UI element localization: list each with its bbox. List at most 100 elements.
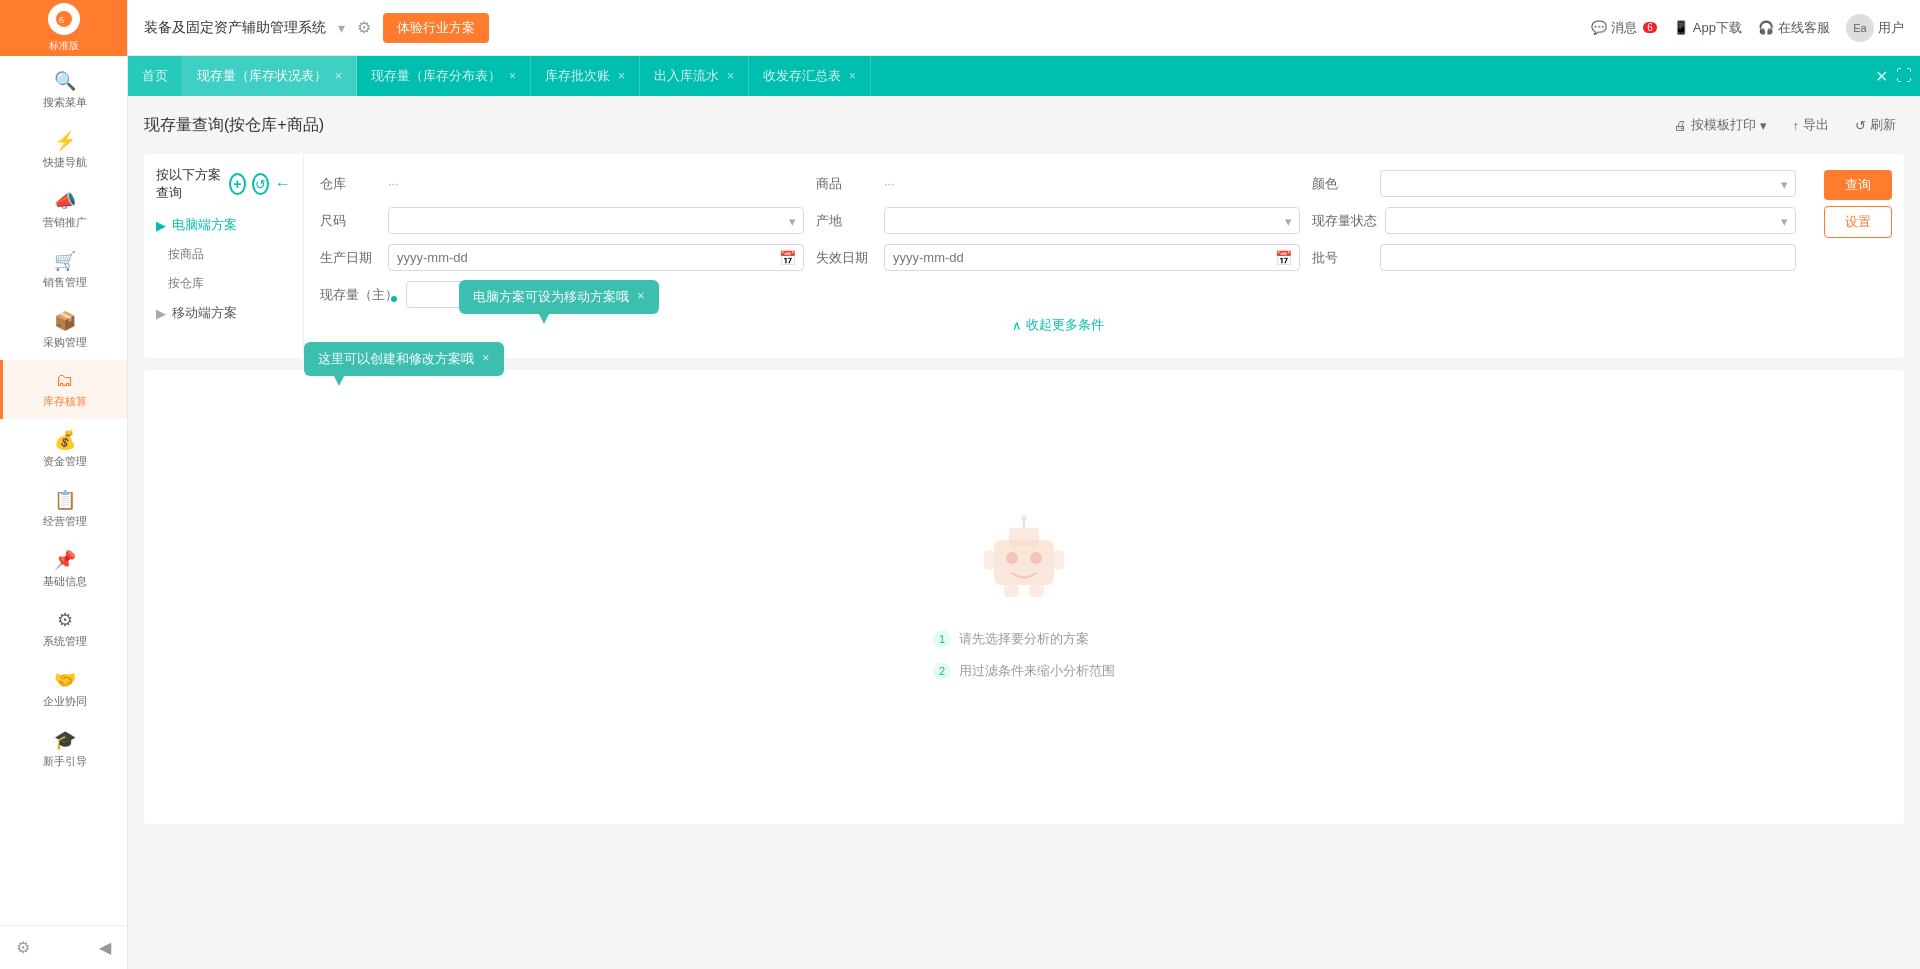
tab-flow-close[interactable]: × bbox=[727, 69, 734, 83]
header-dropdown-icon[interactable]: ▾ bbox=[338, 20, 345, 36]
svg-rect-9 bbox=[1054, 550, 1064, 570]
filter-add-btn[interactable]: + bbox=[229, 173, 246, 195]
empty-tip2: 用过滤条件来缩小分析范围 bbox=[959, 658, 1115, 684]
warehouse-field: 仓库 ··· bbox=[320, 175, 804, 193]
filter-arrow-btn[interactable]: ← bbox=[275, 175, 291, 193]
tab-batch-close[interactable]: × bbox=[618, 69, 625, 83]
sidebar-item-企业协同[interactable]: 🤝 企业协同 bbox=[0, 659, 127, 719]
tab-batch[interactable]: 库存批次账 × bbox=[531, 56, 640, 96]
template-print-btn[interactable]: 🖨 按模板打印 ▾ bbox=[1666, 112, 1775, 138]
message-icon: 💬 bbox=[1591, 20, 1607, 35]
sidebar-item-经营管理[interactable]: 📋 经营管理 bbox=[0, 479, 127, 539]
tab-flow[interactable]: 出入库流水 × bbox=[640, 56, 749, 96]
color-select-wrapper: ▾ bbox=[1380, 170, 1796, 197]
expiry-date-field: 失效日期 📅 bbox=[816, 244, 1300, 271]
sidebar-item-营销推广[interactable]: 📣 营销推广 bbox=[0, 180, 127, 240]
main: 装备及固定资产辅助管理系统 ▾ ⚙ 体验行业方案 💬 消息 6 📱 App下载 … bbox=[128, 0, 1920, 969]
popover1-text: 电脑方案可设为移动方案哦 bbox=[473, 289, 629, 304]
sidebar-icon-1: ⚡ bbox=[54, 130, 76, 152]
header: 装备及固定资产辅助管理系统 ▾ ⚙ 体验行业方案 💬 消息 6 📱 App下载 … bbox=[128, 0, 1920, 56]
warehouse-dots[interactable]: ··· bbox=[388, 176, 399, 191]
scheme-desktop[interactable]: ▶ 电脑端方案 bbox=[144, 210, 303, 240]
sidebar-item-资金管理[interactable]: 💰 资金管理 bbox=[0, 419, 127, 479]
sidebar-item-基础信息[interactable]: 📌 基础信息 bbox=[0, 539, 127, 599]
sidebar-item-快捷导航[interactable]: ⚡ 快捷导航 bbox=[0, 120, 127, 180]
tab-inventory-dist[interactable]: 现存量（库存分布表） × bbox=[357, 56, 531, 96]
collapse-label: 收起更多条件 bbox=[1026, 316, 1104, 334]
settings-icon[interactable]: ⚙ bbox=[16, 938, 30, 957]
color-select[interactable] bbox=[1380, 170, 1796, 197]
filter-row-3: 生产日期 📅 失效日期 📅 bbox=[320, 244, 1796, 271]
online-service-btn[interactable]: 🎧 在线客服 bbox=[1758, 19, 1830, 37]
user-btn[interactable]: Ea 用户 bbox=[1846, 14, 1904, 42]
message-btn[interactable]: 💬 消息 6 bbox=[1591, 19, 1657, 37]
tab-close-all-icon[interactable]: ✕ bbox=[1875, 67, 1888, 86]
sidebar-icon-8: 📌 bbox=[54, 549, 76, 571]
tab-inventory-dist-label: 现存量（库存分布表） bbox=[371, 67, 501, 85]
goods-dots[interactable]: ··· bbox=[884, 176, 895, 191]
tab-home[interactable]: 首页 bbox=[128, 56, 183, 96]
tab-bar: 首页 现存量（库存状况表） × 现存量（库存分布表） × 库存批次账 × 出入库… bbox=[128, 56, 1920, 96]
stock-status-select-wrapper: ▾ bbox=[1385, 207, 1796, 234]
stock-status-label: 现存量状态 bbox=[1312, 212, 1377, 230]
refresh-icon: ↺ bbox=[1855, 118, 1866, 133]
industry-btn[interactable]: 体验行业方案 bbox=[383, 13, 489, 43]
header-left: 装备及固定资产辅助管理系统 ▾ ⚙ 体验行业方案 bbox=[144, 13, 489, 43]
message-badge: 6 bbox=[1643, 22, 1657, 33]
sidebar-footer: ⚙ ◀ bbox=[0, 925, 127, 969]
origin-select[interactable] bbox=[884, 207, 1300, 234]
popover2-arrow bbox=[334, 376, 344, 386]
sidebar-item-采购管理[interactable]: 📦 采购管理 bbox=[0, 300, 127, 360]
tab-summary-close[interactable]: × bbox=[849, 69, 856, 83]
popover-scheme-tip: 电脑方案可设为移动方案哦 × bbox=[459, 280, 659, 314]
filter-refresh-btn[interactable]: ↺ bbox=[252, 173, 269, 195]
tab-inventory-status[interactable]: 现存量（库存状况表） × bbox=[183, 56, 357, 96]
sidebar-item-搜索菜单[interactable]: 🔍 搜索菜单 bbox=[0, 60, 127, 120]
scheme-sub-warehouse[interactable]: 按仓库 bbox=[144, 269, 303, 298]
color-label: 颜色 bbox=[1312, 175, 1372, 193]
expiry-date-input[interactable] bbox=[884, 244, 1300, 271]
popover1-close-btn[interactable]: × bbox=[637, 288, 645, 303]
svg-point-4 bbox=[1006, 552, 1018, 564]
sidebar-item-新手引导[interactable]: 🎓 新手引导 bbox=[0, 719, 127, 779]
reset-btn[interactable]: 设置 bbox=[1824, 206, 1892, 238]
svg-text:6: 6 bbox=[59, 15, 64, 25]
search-btn[interactable]: 查询 bbox=[1824, 170, 1892, 200]
scheme-mobile[interactable]: ▶ 移动端方案 bbox=[144, 298, 303, 328]
tab-summary[interactable]: 收发存汇总表 × bbox=[749, 56, 871, 96]
sidebar-icon-4: 📦 bbox=[54, 310, 76, 332]
scheme-mobile-arrow-icon: ▶ bbox=[156, 306, 166, 321]
header-setting-icon[interactable]: ⚙ bbox=[357, 18, 371, 37]
sidebar-item-库存核算[interactable]: 🗂 库存核算 bbox=[0, 360, 127, 419]
sidebar-icon-0: 🔍 bbox=[54, 70, 76, 92]
tab-expand-icon[interactable]: ⛶ bbox=[1896, 67, 1912, 85]
goods-label: 商品 bbox=[816, 175, 876, 193]
production-date-input[interactable] bbox=[388, 244, 804, 271]
tab-inventory-status-close[interactable]: × bbox=[335, 69, 342, 83]
sidebar-item-销售管理[interactable]: 🛒 销售管理 bbox=[0, 240, 127, 300]
scheme-sub-goods[interactable]: 按商品 bbox=[144, 240, 303, 269]
empty-tips: 1 请先选择要分析的方案 2 用过滤条件来缩小分析范围 bbox=[933, 626, 1115, 684]
tip2-num-icon: 2 bbox=[933, 662, 951, 680]
refresh-btn[interactable]: ↺ 刷新 bbox=[1847, 112, 1904, 138]
template-print-label: 按模板打印 bbox=[1691, 116, 1756, 134]
tab-inventory-dist-close[interactable]: × bbox=[509, 69, 516, 83]
batch-input[interactable] bbox=[1380, 244, 1796, 271]
export-btn[interactable]: ↑ 导出 bbox=[1785, 112, 1838, 138]
color-field: 颜色 ▾ bbox=[1312, 170, 1796, 197]
sidebar-icon-7: 📋 bbox=[54, 489, 76, 511]
goods-field: 商品 ··· bbox=[816, 175, 1300, 193]
app-download-btn[interactable]: 📱 App下载 bbox=[1673, 19, 1742, 37]
page-title-actions: 🖨 按模板打印 ▾ ↑ 导出 ↺ 刷新 bbox=[1666, 112, 1905, 138]
page-title-bar: 现存量查询(按仓库+商品) 🖨 按模板打印 ▾ ↑ 导出 ↺ 刷新 bbox=[144, 112, 1904, 138]
tab-home-label: 首页 bbox=[142, 67, 168, 85]
stock-status-select[interactable] bbox=[1385, 207, 1796, 234]
collapse-sidebar-icon[interactable]: ◀ bbox=[99, 938, 111, 957]
popover2-text: 这里可以创建和修改方案哦 bbox=[318, 351, 474, 366]
production-date-field: 生产日期 📅 bbox=[320, 244, 804, 271]
sidebar-item-系统管理[interactable]: ⚙ 系统管理 bbox=[0, 599, 127, 659]
popover2-close-btn[interactable]: × bbox=[482, 350, 490, 365]
size-select[interactable] bbox=[388, 207, 804, 234]
print-icon: 🖨 bbox=[1674, 118, 1687, 133]
sidebar-label-6: 资金管理 bbox=[43, 454, 87, 469]
